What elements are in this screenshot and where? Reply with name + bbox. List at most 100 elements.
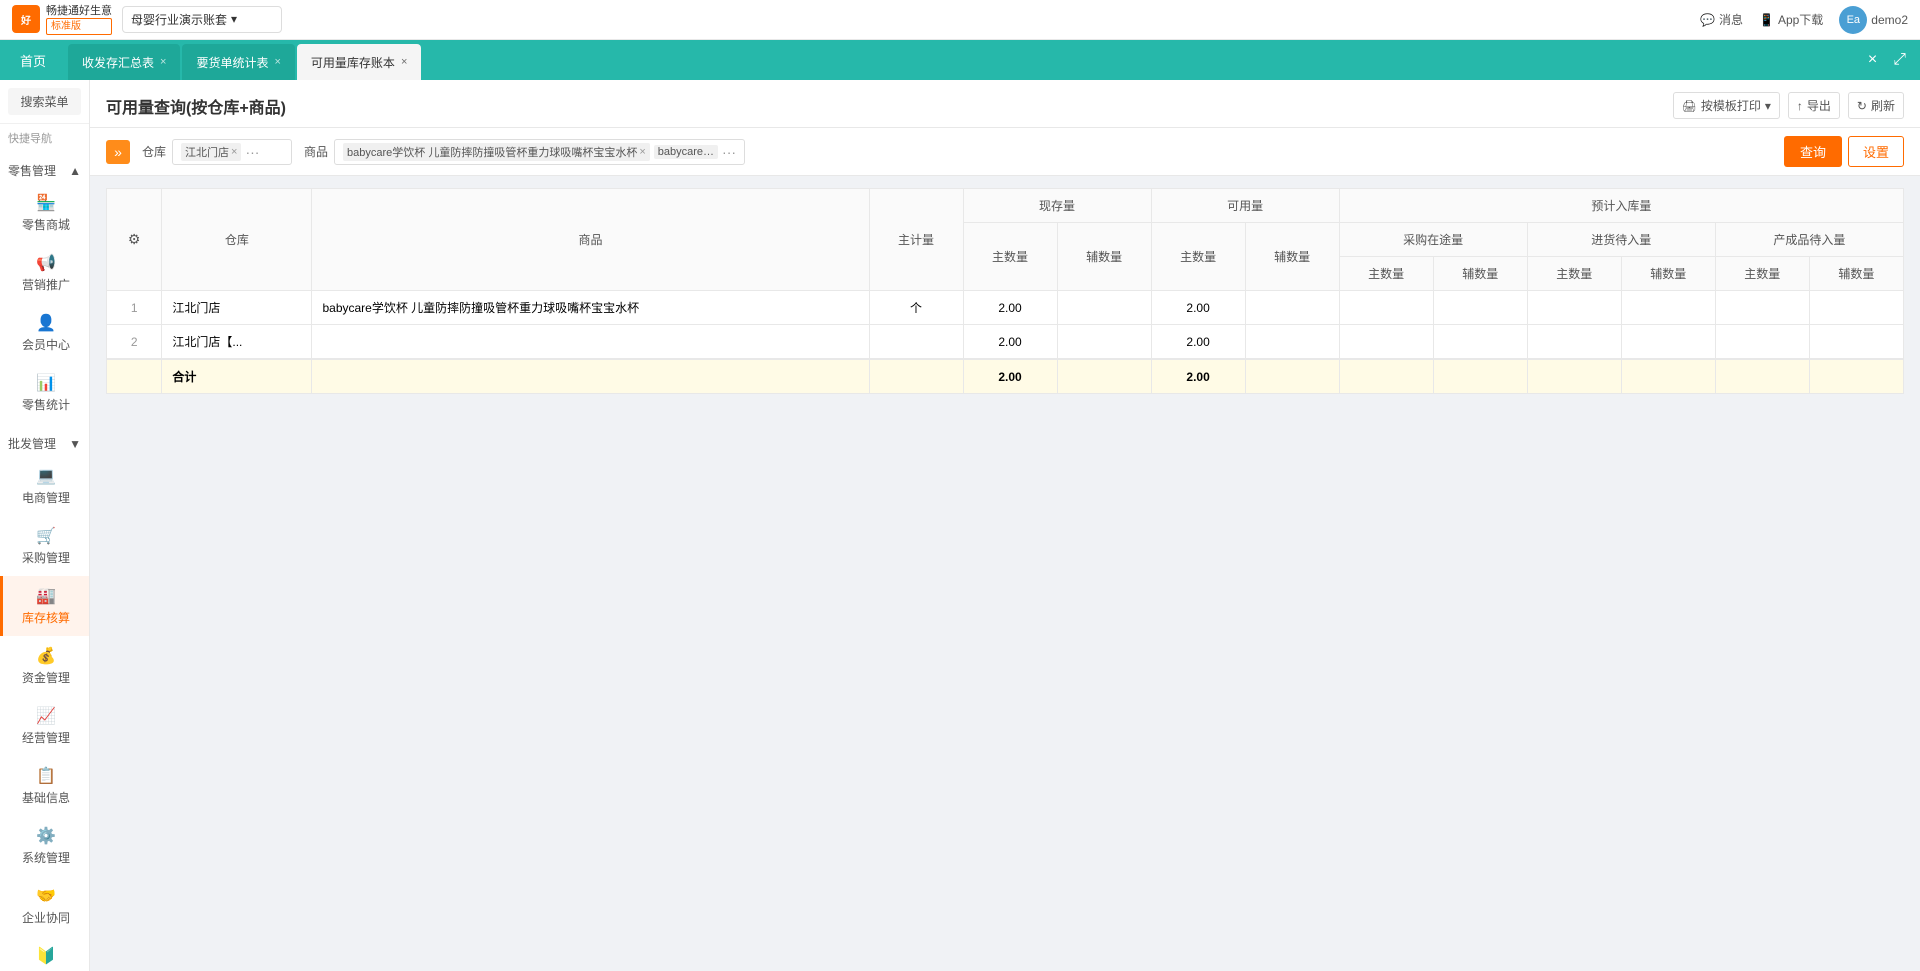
main-layout: 搜索菜单 快捷导航 零售管理 ▲ 🏪 零售商城 📢 营销推广 👤 会员中心 📊 … [0, 80, 1920, 971]
inventory-icon: 🏭 [36, 586, 56, 606]
row2-stock-aux [1057, 325, 1151, 360]
tab-yaohuo[interactable]: 要货单统计表 × [182, 44, 294, 80]
warehouse-filter-group: 仓库 江北门店 × ··· [142, 139, 292, 165]
footer-row: 合计 2.00 2.00 [107, 359, 1904, 394]
product-filter-value[interactable]: babycare学饮杯 儿童防摔防撞吸管杯重力球吸嘴杯宝宝水杯 × babyca… [334, 139, 745, 165]
sidebar-item-zero-mall[interactable]: 🏪 零售商城 [0, 183, 89, 243]
app-download-btn[interactable]: 📱 App下载 [1759, 11, 1823, 28]
sidebar-item-finance-label: 资金管理 [22, 669, 70, 686]
row1-pt-aux [1433, 291, 1527, 325]
th-pp-main: 主数量 [1715, 257, 1809, 291]
sidebar-item-member[interactable]: 👤 会员中心 [0, 303, 89, 363]
row2-unit [869, 325, 963, 360]
footer-ip-aux [1621, 359, 1715, 394]
product-tag1-text: babycare学饮杯 儿童防摔防撞吸管杯重力球吸嘴杯宝宝水杯 [347, 144, 637, 160]
query-btn[interactable]: 查询 [1784, 136, 1842, 167]
refresh-btn[interactable]: ↻ 刷新 [1848, 92, 1904, 119]
sidebar-item-basic[interactable]: 📋 基础信息 [0, 756, 89, 816]
sidebar-item-zero-stats[interactable]: 📊 零售统计 [0, 363, 89, 423]
product-tag1-close[interactable]: × [639, 146, 645, 158]
warehouse-more-icon[interactable]: ··· [245, 144, 259, 160]
top-bar: 好 畅捷通好生意 标准版 母婴行业演示账套 ▾ 💬 消息 📱 App下载 Ea … [0, 0, 1920, 40]
warehouse-filter-value[interactable]: 江北门店 × ··· [172, 139, 292, 165]
th-production-pending: 产成品待入量 [1715, 223, 1903, 257]
th-pp-aux: 辅数量 [1809, 257, 1903, 291]
th-ip-aux: 辅数量 [1621, 257, 1715, 291]
ecommerce-icon: 💻 [36, 466, 56, 486]
export-btn[interactable]: ↑ 导出 [1788, 92, 1840, 119]
th-expected-in: 预计入库量 [1339, 189, 1903, 223]
row1-product: babycare学饮杯 儿童防摔防撞吸管杯重力球吸嘴杯宝宝水杯 [312, 291, 869, 325]
sidebar-item-business[interactable]: 📈 经营管理 [0, 696, 89, 756]
toggle-icon: » [114, 144, 122, 160]
print-btn[interactable]: 🖨 按模板打印 ▾ [1673, 92, 1780, 119]
th-available: 可用量 [1151, 189, 1339, 223]
sidebar-item-finance[interactable]: 💰 资金管理 [0, 636, 89, 696]
user-profile[interactable]: Ea demo2 [1839, 6, 1908, 34]
setting-btn[interactable]: 设置 [1848, 136, 1904, 167]
footer-ip-main [1527, 359, 1621, 394]
th-pt-main: 主数量 [1339, 257, 1433, 291]
sidebar-item-marketing[interactable]: 📢 营销推广 [0, 243, 89, 303]
product-more-icon[interactable]: ··· [722, 144, 736, 160]
maximize-btn[interactable]: ⤢ [1887, 49, 1912, 71]
tab-keyongliang[interactable]: 可用量库存账本 × [297, 44, 421, 80]
row2-ip-main [1527, 325, 1621, 360]
tab-home[interactable]: 首页 [0, 40, 66, 80]
row1-unit: 个 [869, 291, 963, 325]
footer-avail-aux [1245, 359, 1339, 394]
tab-keyongliang-close[interactable]: × [401, 56, 407, 68]
zero-mall-icon: 🏪 [36, 193, 56, 213]
filter-actions: 查询 设置 [1784, 136, 1904, 167]
sidebar-item-enterprise[interactable]: 🤝 企业协同 [0, 876, 89, 936]
sidebar-zero-retail-header[interactable]: 零售管理 ▲ [0, 154, 89, 183]
avatar: Ea [1839, 6, 1867, 34]
tab-yaohuo-label: 要货单统计表 [196, 54, 268, 71]
th-gear[interactable]: ⚙ [107, 189, 162, 291]
business-icon: 📈 [36, 706, 56, 726]
sidebar-item-newguide[interactable]: 🔰 新手引导 [0, 936, 89, 971]
row2-warehouse: 江北门店【... [162, 325, 312, 360]
filter-toggle-btn[interactable]: » [106, 140, 130, 164]
row1-index: 1 [107, 291, 162, 325]
footer-pt-aux [1433, 359, 1527, 394]
sidebar-item-purchase[interactable]: 🛒 采购管理 [0, 516, 89, 576]
row2-pt-main [1339, 325, 1433, 360]
tab-shoufacun[interactable]: 收发存汇总表 × [68, 44, 180, 80]
sidebar-item-ecommerce[interactable]: 💻 电商管理 [0, 456, 89, 516]
sidebar: 搜索菜单 快捷导航 零售管理 ▲ 🏪 零售商城 📢 营销推广 👤 会员中心 📊 … [0, 80, 90, 971]
row2-avail-main: 2.00 [1151, 325, 1245, 360]
gear-icon: ⚙ [128, 231, 141, 247]
warehouse-tag-close[interactable]: × [231, 146, 237, 158]
tab-shoufacun-close[interactable]: × [160, 56, 166, 68]
message-btn[interactable]: 💬 消息 [1700, 11, 1743, 28]
footer-empty1 [107, 359, 162, 394]
tab-yaohuo-close[interactable]: × [274, 56, 280, 68]
close-tab-btn[interactable]: × [1862, 49, 1883, 71]
sidebar-nav-label[interactable]: 快捷导航 [0, 124, 89, 150]
export-label: 导出 [1807, 97, 1831, 114]
th-product: 商品 [312, 189, 869, 291]
sidebar-item-ecommerce-label: 电商管理 [22, 489, 70, 506]
footer-empty2 [312, 359, 869, 394]
row1-avail-aux [1245, 291, 1339, 325]
enterprise-icon: 🤝 [36, 886, 56, 906]
content-area: 可用量查询(按仓库+商品) 🖨 按模板打印 ▾ ↑ 导出 ↻ 刷新 [90, 80, 1920, 971]
sidebar-item-inventory[interactable]: 🏭 库存核算 [0, 576, 89, 636]
sidebar-item-zero-mall-label: 零售商城 [22, 216, 70, 233]
industry-select-text: 母婴行业演示账套 [131, 11, 227, 28]
print-label: 按模板打印 [1701, 97, 1761, 114]
sidebar-search-btn[interactable]: 搜索菜单 [8, 88, 81, 115]
footer-pt-main [1339, 359, 1433, 394]
logo-text: 畅捷通好生意 标准版 [46, 4, 112, 35]
row1-avail-main: 2.00 [1151, 291, 1245, 325]
finance-icon: 💰 [36, 646, 56, 666]
th-pt-aux: 辅数量 [1433, 257, 1527, 291]
tab-keyongliang-label: 可用量库存账本 [311, 54, 395, 71]
row1-stock-main: 2.00 [963, 291, 1057, 325]
app-label: App下载 [1778, 11, 1823, 28]
sidebar-item-system[interactable]: ⚙️ 系统管理 [0, 816, 89, 876]
industry-select[interactable]: 母婴行业演示账套 ▾ [122, 6, 282, 33]
user-label: demo2 [1871, 13, 1908, 27]
sidebar-wholesale-header[interactable]: 批发管理 ▼ [0, 427, 89, 456]
